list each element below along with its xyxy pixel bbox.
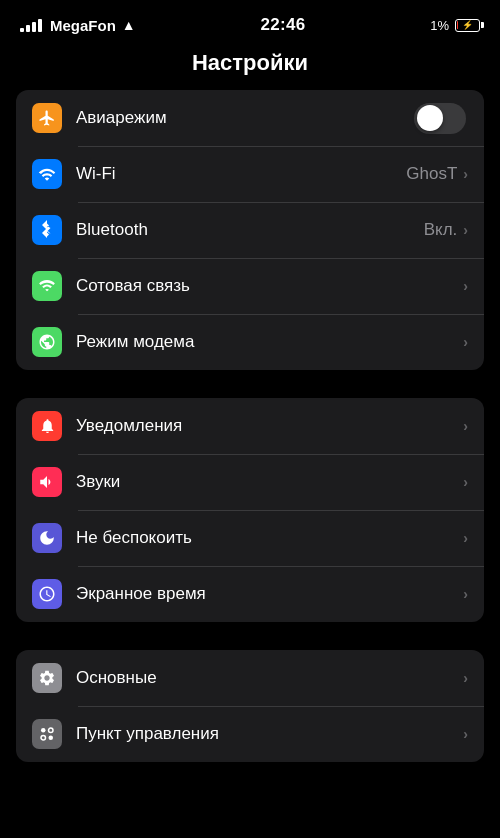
wifi-value: GhosT: [406, 164, 457, 184]
sounds-label: Звуки: [76, 472, 463, 492]
screentime-chevron: ›: [463, 586, 468, 602]
donotdisturb-label: Не беспокоить: [76, 528, 463, 548]
cellular-chevron: ›: [463, 278, 468, 294]
svg-point-3: [49, 736, 54, 741]
row-bluetooth[interactable]: Bluetooth Вкл. ›: [16, 202, 484, 258]
battery-icon-container: ⚡: [455, 19, 480, 32]
airplane-label: Авиарежим: [76, 108, 414, 128]
control-label: Пункт управления: [76, 724, 463, 744]
screentime-label: Экранное время: [76, 584, 463, 604]
signal-bars: [20, 19, 42, 32]
section-notifications: Уведомления › Звуки › Не беспокоить › Эк…: [16, 398, 484, 622]
hotspot-chevron: ›: [463, 334, 468, 350]
section-system: Основные › Пункт управления ›: [16, 650, 484, 762]
toggle-thumb: [417, 105, 443, 131]
sounds-chevron: ›: [463, 474, 468, 490]
row-hotspot[interactable]: Режим модема ›: [16, 314, 484, 370]
battery-icon: ⚡: [455, 19, 480, 32]
row-notifications[interactable]: Уведомления ›: [16, 398, 484, 454]
general-label: Основные: [76, 668, 463, 688]
battery-bolt-icon: ⚡: [462, 20, 473, 30]
screentime-icon: [32, 579, 62, 609]
bluetooth-label: Bluetooth: [76, 220, 424, 240]
sounds-icon: [32, 467, 62, 497]
gap-2: [0, 630, 500, 650]
donotdisturb-chevron: ›: [463, 530, 468, 546]
section-connectivity: Авиарежим Wi-Fi GhosT › Bluetooth Вкл. ›: [16, 90, 484, 370]
battery-area: 1% ⚡: [430, 18, 480, 33]
notifications-chevron: ›: [463, 418, 468, 434]
airplane-toggle[interactable]: [414, 103, 466, 134]
wifi-status-icon: ▲: [122, 17, 136, 33]
wifi-icon: [32, 159, 62, 189]
bluetooth-value: Вкл.: [424, 220, 458, 240]
notifications-icon: [32, 411, 62, 441]
battery-percent: 1%: [430, 18, 449, 33]
cellular-label: Сотовая связь: [76, 276, 463, 296]
svg-point-1: [49, 728, 54, 733]
status-bar: MegaFon ▲ 22:46 1% ⚡: [0, 0, 500, 44]
row-airplane[interactable]: Авиарежим: [16, 90, 484, 146]
general-icon: [32, 663, 62, 693]
row-cellular[interactable]: Сотовая связь ›: [16, 258, 484, 314]
row-general[interactable]: Основные ›: [16, 650, 484, 706]
general-chevron: ›: [463, 670, 468, 686]
row-screentime[interactable]: Экранное время ›: [16, 566, 484, 622]
wifi-chevron: ›: [463, 166, 468, 182]
cellular-icon: [32, 271, 62, 301]
airplane-icon: [32, 103, 62, 133]
gap-1: [0, 378, 500, 398]
row-donotdisturb[interactable]: Не беспокоить ›: [16, 510, 484, 566]
wifi-label: Wi-Fi: [76, 164, 406, 184]
row-wifi[interactable]: Wi-Fi GhosT ›: [16, 146, 484, 202]
notifications-label: Уведомления: [76, 416, 463, 436]
bluetooth-chevron: ›: [463, 222, 468, 238]
status-time: 22:46: [260, 15, 305, 35]
bluetooth-icon: [32, 215, 62, 245]
svg-point-0: [41, 728, 46, 733]
page-title: Настройки: [0, 44, 500, 90]
donotdisturb-icon: [32, 523, 62, 553]
row-sounds[interactable]: Звуки ›: [16, 454, 484, 510]
battery-fill: [457, 21, 458, 29]
control-icon: [32, 719, 62, 749]
hotspot-icon: [32, 327, 62, 357]
control-chevron: ›: [463, 726, 468, 742]
carrier-signal: MegaFon ▲: [20, 17, 136, 34]
svg-point-2: [41, 736, 46, 741]
carrier-name: MegaFon: [50, 17, 116, 34]
row-control[interactable]: Пункт управления ›: [16, 706, 484, 762]
hotspot-label: Режим модема: [76, 332, 463, 352]
